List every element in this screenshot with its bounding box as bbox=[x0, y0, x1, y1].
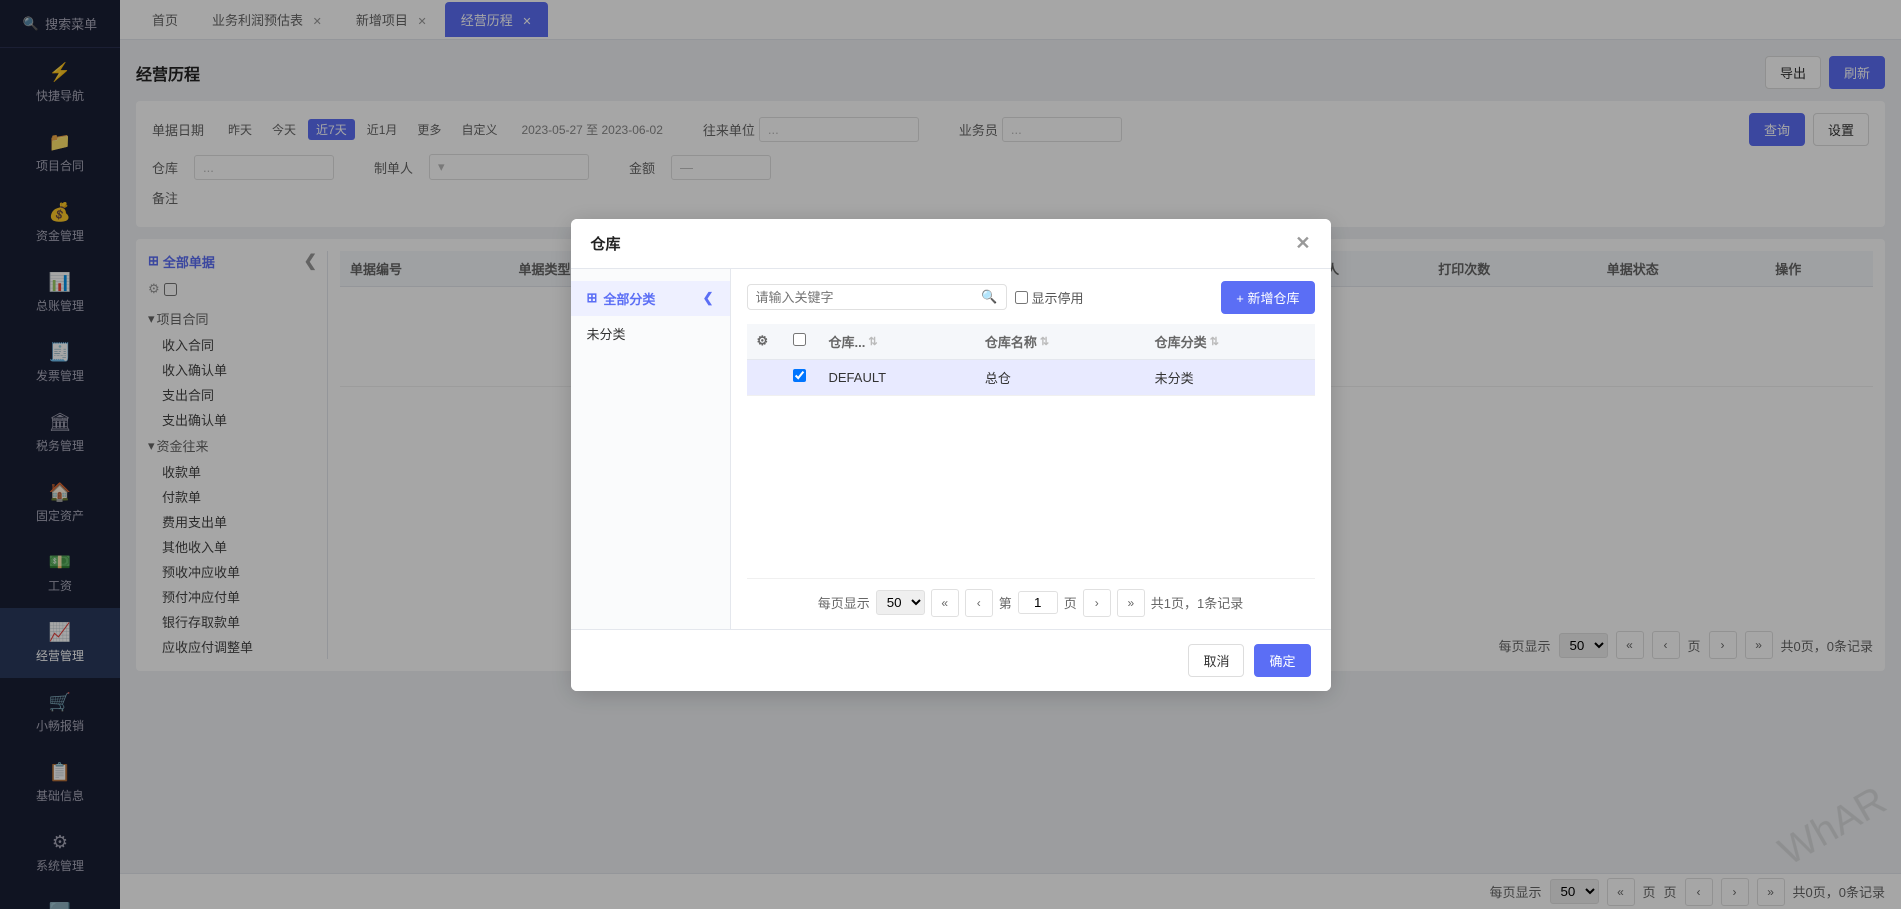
modal-per-page-select[interactable]: 50 bbox=[876, 590, 925, 615]
show-disabled-checkbox[interactable] bbox=[1015, 291, 1028, 304]
modal-search-icon: 🔍 bbox=[981, 289, 997, 305]
confirm-button[interactable]: 确定 bbox=[1254, 644, 1310, 677]
collapse-category-btn[interactable]: ❮ bbox=[703, 290, 714, 306]
modal-overlay: 仓库 ✕ ⊞ 全部分类 ❮ 未分类 bbox=[0, 0, 1901, 909]
cancel-button[interactable]: 取消 bbox=[1188, 644, 1244, 677]
add-warehouse-button[interactable]: + 新增仓库 bbox=[1221, 281, 1314, 314]
modal-prev-page-btn[interactable]: ‹ bbox=[965, 589, 993, 617]
grid-category-icon: ⊞ bbox=[587, 290, 598, 306]
modal-title: 仓库 bbox=[591, 233, 621, 254]
modal-category-list: 未分类 bbox=[571, 316, 730, 351]
row-category-cell: 未分类 bbox=[1145, 359, 1315, 395]
modal: 仓库 ✕ ⊞ 全部分类 ❮ 未分类 bbox=[571, 219, 1331, 691]
modal-table-wrap: ⚙ 仓库... ⇅ bbox=[747, 324, 1315, 570]
modal-last-page-btn[interactable]: » bbox=[1117, 589, 1145, 617]
modal-search-input[interactable] bbox=[756, 290, 978, 305]
row-checkbox[interactable] bbox=[793, 369, 806, 382]
table-settings-icon[interactable]: ⚙ bbox=[757, 333, 769, 348]
row-code-cell: DEFAULT bbox=[819, 359, 975, 395]
modal-category-all[interactable]: ⊞ 全部分类 ❮ bbox=[571, 281, 730, 316]
modal-header: 仓库 ✕ bbox=[571, 219, 1331, 269]
modal-col-name: 仓库名称 ⇅ bbox=[975, 324, 1145, 360]
modal-main: 🔍 显示停用 + 新增仓库 ⚙ bbox=[731, 269, 1331, 629]
row-checkbox-cell bbox=[783, 359, 819, 395]
modal-page-input[interactable] bbox=[1018, 591, 1058, 614]
modal-close-button[interactable]: ✕ bbox=[1295, 233, 1310, 254]
modal-category-sidebar: ⊞ 全部分类 ❮ 未分类 bbox=[571, 269, 731, 629]
code-sort-icon: ⇅ bbox=[868, 335, 877, 348]
row-name-cell: 总仓 bbox=[975, 359, 1145, 395]
modal-body: ⊞ 全部分类 ❮ 未分类 🔍 bbox=[571, 269, 1331, 629]
modal-footer: 取消 确定 bbox=[571, 629, 1331, 691]
modal-col-checkbox bbox=[783, 324, 819, 360]
modal-total-text: 共1页，1条记录 bbox=[1151, 593, 1243, 612]
modal-pagination: 每页显示 50 « ‹ 第 页 › » 共1页，1条记录 bbox=[747, 578, 1315, 617]
show-disabled-label[interactable]: 显示停用 bbox=[1015, 288, 1084, 307]
modal-page-word: 第 bbox=[999, 593, 1012, 612]
name-sort-icon: ⇅ bbox=[1040, 335, 1049, 348]
modal-toolbar: 🔍 显示停用 + 新增仓库 bbox=[747, 281, 1315, 314]
modal-table: ⚙ 仓库... ⇅ bbox=[747, 324, 1315, 396]
modal-col-code: 仓库... ⇅ bbox=[819, 324, 975, 360]
modal-first-page-btn[interactable]: « bbox=[931, 589, 959, 617]
modal-search-wrap: 🔍 bbox=[747, 284, 1007, 310]
modal-next-page-btn[interactable]: › bbox=[1083, 589, 1111, 617]
modal-per-page-label: 每页显示 bbox=[818, 593, 870, 612]
modal-category-uncategorized[interactable]: 未分类 bbox=[571, 316, 730, 351]
table-row[interactable]: DEFAULT 总仓 未分类 bbox=[747, 359, 1315, 395]
modal-col-category: 仓库分类 ⇅ bbox=[1145, 324, 1315, 360]
modal-page-label: 页 bbox=[1064, 593, 1077, 612]
category-sort-icon: ⇅ bbox=[1210, 335, 1219, 348]
modal-select-all[interactable] bbox=[793, 333, 806, 346]
modal-col-settings: ⚙ bbox=[747, 324, 783, 360]
row-settings-cell bbox=[747, 359, 783, 395]
